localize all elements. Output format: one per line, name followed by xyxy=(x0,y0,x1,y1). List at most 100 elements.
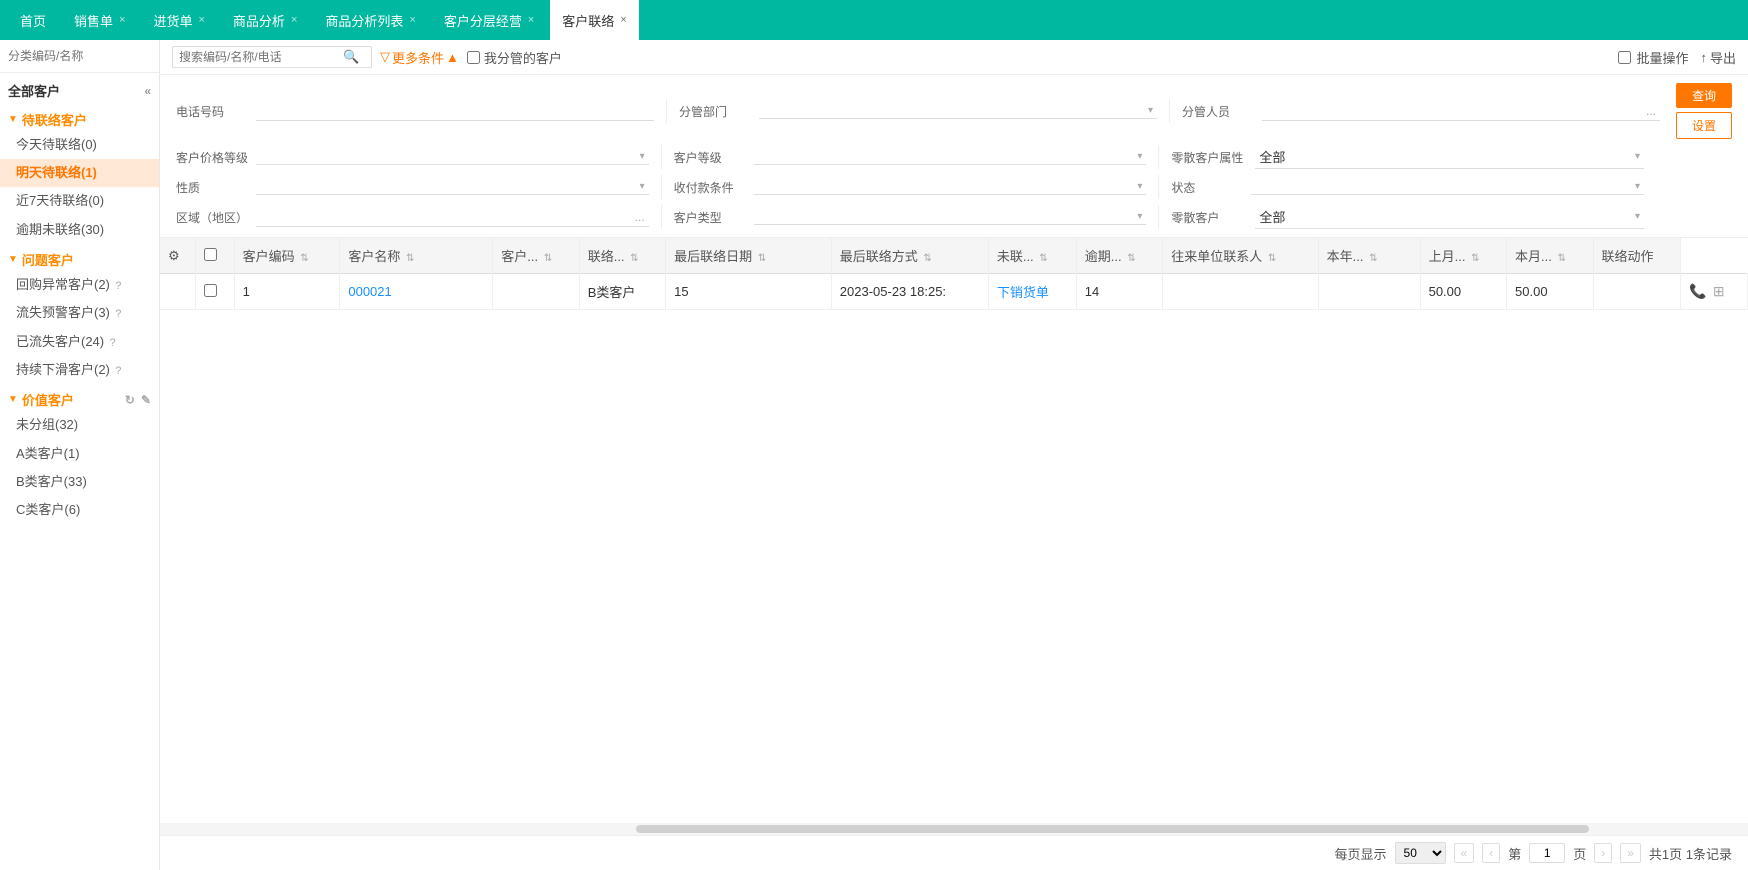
nav-product-analysis[interactable]: 商品分析 × xyxy=(221,0,309,40)
export-icon: ↑ xyxy=(1700,50,1707,65)
prev-page-button[interactable]: ‹ xyxy=(1482,843,1500,863)
select-all-checkbox[interactable] xyxy=(204,248,217,261)
sidebar-item-a-class[interactable]: A类客户(1) xyxy=(0,440,159,468)
filter-region: 区域（地区） ... xyxy=(176,208,649,227)
customer-table: ⚙ 客户编码 ⇅ 客户名称 ⇅ xyxy=(160,238,1748,310)
filter-phone-input[interactable] xyxy=(256,102,654,121)
settings-col-icon[interactable]: ⚙ xyxy=(168,248,180,263)
row-name-cell: Ea xyxy=(493,274,579,310)
nav-home[interactable]: 首页 xyxy=(8,0,58,40)
sort-last-month-icon[interactable]: ⇅ xyxy=(1471,253,1479,264)
filter-status-select[interactable]: ▾ xyxy=(1251,179,1644,195)
filter-row-4: 区域（地区） ... 客户类型 ▾ 零散客户 xyxy=(176,205,1732,229)
filter-dept-select[interactable]: ▾ xyxy=(759,103,1157,119)
settings-button[interactable]: 设置 xyxy=(1676,112,1732,139)
more-conditions-button[interactable]: ▽ 更多条件 ▲ xyxy=(380,48,459,67)
col-overdue: 逾期... ⇅ xyxy=(1076,238,1162,274)
sort-name-icon[interactable]: ⇅ xyxy=(406,253,414,264)
filter-person: 分管人员 ... xyxy=(1182,102,1660,121)
retail-attr-chevron-icon: ▾ xyxy=(1635,151,1640,162)
sort-overdue-icon[interactable]: ⇅ xyxy=(1127,253,1135,264)
last-page-button[interactable]: » xyxy=(1620,843,1641,863)
sort-last-method-icon[interactable]: ⇅ xyxy=(923,253,931,264)
row-code-cell[interactable]: 000021 xyxy=(340,274,493,310)
divider-8 xyxy=(1158,205,1159,229)
sort-last-date-icon[interactable]: ⇅ xyxy=(758,253,766,264)
divider-7 xyxy=(661,205,662,229)
row-checkbox[interactable] xyxy=(204,284,217,297)
sidebar-item-overdue-contact[interactable]: 逾期未联络(30) xyxy=(0,216,159,244)
nav-purchase[interactable]: 进货单 × xyxy=(141,0,216,40)
collapse-icon[interactable]: « xyxy=(144,84,151,98)
sidebar-item-ungrouped[interactable]: 未分组(32) xyxy=(0,411,159,439)
sort-type-icon[interactable]: ⇅ xyxy=(544,253,552,264)
scrollbar-thumb[interactable] xyxy=(636,825,1589,833)
page-number-input[interactable] xyxy=(1529,843,1565,863)
sidebar-item-already-lost[interactable]: 已流失客户(24) ? xyxy=(0,328,159,356)
close-customer-segment-icon[interactable]: × xyxy=(528,14,534,26)
sort-this-month-icon[interactable]: ⇅ xyxy=(1558,253,1566,264)
filter-customer-level-select[interactable]: ▾ xyxy=(754,149,1147,165)
horizontal-scrollbar[interactable] xyxy=(160,823,1748,835)
close-product-analysis-icon[interactable]: × xyxy=(291,14,297,26)
sidebar-search-container: 🔍 xyxy=(0,40,159,73)
value-refresh-icon[interactable]: ↻ xyxy=(125,393,135,407)
row-last-method-cell[interactable]: 下销货单 xyxy=(988,274,1076,310)
my-customers-check[interactable] xyxy=(467,51,480,64)
phone-action-icon[interactable]: 📞 xyxy=(1689,283,1706,300)
first-page-button[interactable]: « xyxy=(1454,843,1475,863)
filter-person-dots[interactable]: ... xyxy=(1646,104,1656,118)
filter-phone: 电话号码 xyxy=(176,102,654,121)
filter-price-level: 客户价格等级 ▾ xyxy=(176,149,649,166)
row-checkbox-cell xyxy=(196,274,234,310)
sidebar-item-continuous-down[interactable]: 持续下滑客户(2) ? xyxy=(0,356,159,384)
filter-retail-customer-select[interactable]: 全部 ▾ xyxy=(1255,205,1644,229)
sidebar-item-c-class[interactable]: C类客户(6) xyxy=(0,496,159,524)
sort-code-icon[interactable]: ⇅ xyxy=(300,253,308,264)
dept-chevron-icon: ▾ xyxy=(1148,105,1153,116)
col-last-month: 上月... ⇅ xyxy=(1420,238,1506,274)
query-button[interactable]: 查询 xyxy=(1676,83,1732,108)
close-product-analysis-list-icon[interactable]: × xyxy=(409,14,415,26)
sidebar-search-input[interactable] xyxy=(8,49,160,63)
bulk-checkbox[interactable] xyxy=(1618,51,1631,64)
filter-region-dots[interactable]: ... xyxy=(635,210,645,224)
next-page-button[interactable]: › xyxy=(1594,843,1612,863)
sidebar-item-7days-contact[interactable]: 近7天待联络(0) xyxy=(0,187,159,215)
nav-product-analysis-list[interactable]: 商品分析列表 × xyxy=(313,0,427,40)
filter-customer-type-select[interactable]: ▾ xyxy=(754,209,1147,225)
sidebar-item-b-class[interactable]: B类客户(33) xyxy=(0,468,159,496)
close-purchase-icon[interactable]: × xyxy=(198,14,204,26)
col-settings[interactable]: ⚙ xyxy=(160,238,196,274)
export-button[interactable]: ↑ 导出 xyxy=(1700,48,1736,67)
nav-customer-contact[interactable]: 客户联络 × xyxy=(550,0,638,40)
sidebar-item-today-contact[interactable]: 今天待联络(0) xyxy=(0,131,159,159)
sort-unit-contact-icon[interactable]: ⇅ xyxy=(1268,253,1276,264)
chevron-up-icon: ▲ xyxy=(446,50,459,65)
table-row: 1 000021 Ea B类客户 15 2023-05-23 18:25: 下销… xyxy=(160,274,1748,310)
sidebar-item-lost-risk[interactable]: 流失预警客户(3) ? xyxy=(0,299,159,327)
nav-sales[interactable]: 销售单 × xyxy=(62,0,137,40)
value-edit-icon[interactable]: ✎ xyxy=(141,393,151,407)
sidebar-item-repurchase-abnormal[interactable]: 回购异常客户(2) ? xyxy=(0,271,159,299)
filter-gender-select[interactable]: ▾ xyxy=(256,179,649,195)
close-customer-contact-icon[interactable]: × xyxy=(620,14,626,26)
filter-retail-customer: 零散客户 全部 ▾ xyxy=(1171,205,1644,229)
grid-action-icon[interactable]: ⊞ xyxy=(1713,283,1725,300)
my-customers-checkbox[interactable]: 我分管的客户 xyxy=(467,48,562,67)
filter-price-level-select[interactable]: ▾ xyxy=(256,149,649,165)
payment-chevron-icon: ▾ xyxy=(1137,181,1142,192)
per-page-select[interactable]: 50 100 200 xyxy=(1395,842,1446,864)
all-customers-title: 全部客户 « xyxy=(0,73,159,104)
bulk-operation-button[interactable]: 批量操作 xyxy=(1618,48,1688,67)
sidebar-item-tomorrow-contact[interactable]: 明天待联络(1) xyxy=(0,159,159,187)
sort-no-contact-icon[interactable]: ⇅ xyxy=(1039,253,1047,264)
search-input[interactable] xyxy=(179,50,339,64)
filter-retail-attr-select[interactable]: 全部 ▾ xyxy=(1255,145,1644,169)
close-sales-icon[interactable]: × xyxy=(119,14,125,26)
sort-contacts-icon[interactable]: ⇅ xyxy=(630,253,638,264)
search-toolbar-icon[interactable]: 🔍 xyxy=(343,49,359,65)
filter-payment-select[interactable]: ▾ xyxy=(754,179,1147,195)
nav-customer-segment[interactable]: 客户分层经营 × xyxy=(432,0,546,40)
sort-this-year-icon[interactable]: ⇅ xyxy=(1369,253,1377,264)
